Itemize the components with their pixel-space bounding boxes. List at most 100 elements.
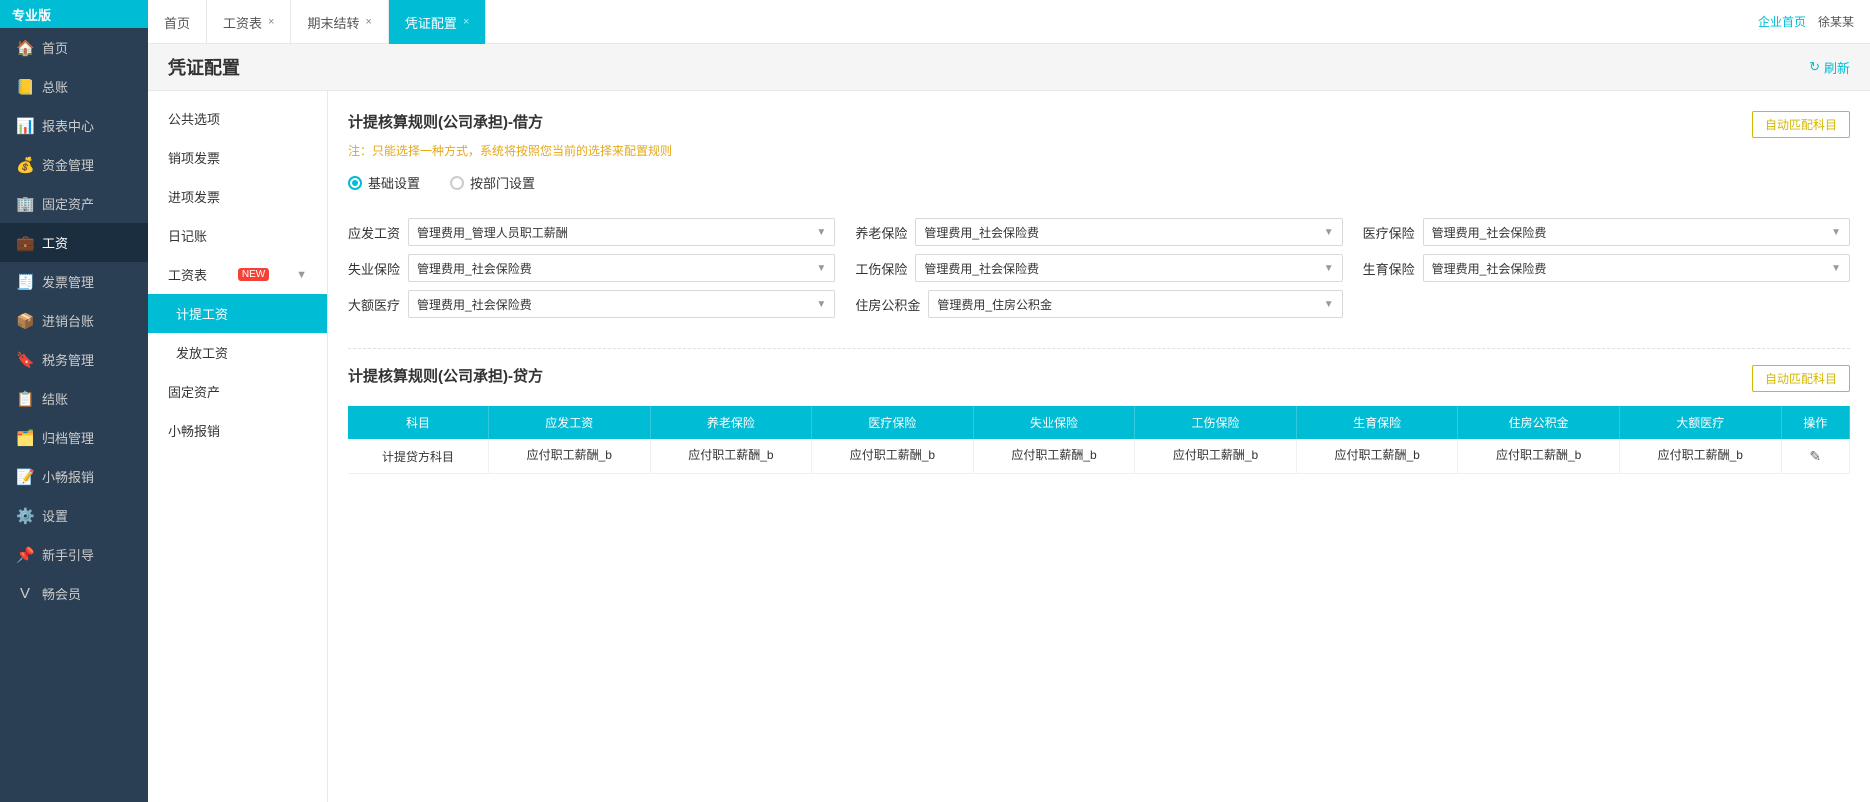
sidebar-icon-funds: 💰 xyxy=(16,156,34,174)
debit-form-select-text-2-1: 管理费用_住房公积金 xyxy=(937,296,1052,313)
sidebar-item-invoice[interactable]: 🧾发票管理 xyxy=(0,262,148,301)
left-nav-item-calc-salary[interactable]: 计提工资 xyxy=(148,294,327,333)
right-content: 计提核算规则(公司承担)-借方 注：只能选择一种方式，系统将按照您当前的选择来配… xyxy=(328,91,1870,802)
left-nav-item-cancel-invoice[interactable]: 销项发票 xyxy=(148,138,327,177)
sidebar-item-reports[interactable]: 📊报表中心 xyxy=(0,106,148,145)
left-nav-label-calc-salary: 计提工资 xyxy=(176,304,228,323)
debit-form-select-1-2[interactable]: 管理费用_社会保险费 ▼ xyxy=(1423,254,1850,282)
debit-form-select-1-1[interactable]: 管理费用_社会保险费 ▼ xyxy=(915,254,1342,282)
left-nav-item-salary-table-nav[interactable]: 工资表NEW▼ xyxy=(148,255,327,294)
debit-form-select-1-0[interactable]: 管理费用_社会保险费 ▼ xyxy=(408,254,835,282)
tab-voucher-config[interactable]: 凭证配置 × xyxy=(389,0,486,44)
debit-form-select-text-0-1: 管理费用_社会保险费 xyxy=(924,224,1039,241)
credit-col-header-7: 住房公积金 xyxy=(1458,406,1620,439)
radio-dept[interactable]: 按部门设置 xyxy=(450,173,535,192)
debit-form-select-0-0[interactable]: 管理费用_管理人员职工薪酬 ▼ xyxy=(408,218,835,246)
sidebar-item-closing[interactable]: 📋结账 xyxy=(0,379,148,418)
credit-col-header-2: 养老保险 xyxy=(650,406,812,439)
edit-icon-0[interactable]: ✎ xyxy=(1809,448,1821,464)
left-nav-item-entry-invoice[interactable]: 进项发票 xyxy=(148,177,327,216)
debit-form-label-0-0: 应发工资 xyxy=(348,223,400,242)
credit-section-left: 计提核算规则(公司承担)-贷方 xyxy=(348,365,1752,396)
left-nav-item-fixed-assets-nav[interactable]: 固定资产 xyxy=(148,372,327,411)
debit-form-select-arrow-2-1: ▼ xyxy=(1324,299,1334,310)
credit-col-header-5: 工伤保险 xyxy=(1135,406,1297,439)
sidebar-item-salary[interactable]: 💼工资 xyxy=(0,223,148,262)
credit-cell-0-1: 应付职工薪酬_b xyxy=(650,439,812,474)
sidebar-label-funds: 资金管理 xyxy=(42,155,94,174)
sidebar-item-inventory[interactable]: 📦 进销台账 xyxy=(0,301,148,340)
credit-row-subject-0: 计提贷方科目 xyxy=(348,439,489,474)
sidebar-item-ledger[interactable]: 📒总账 xyxy=(0,67,148,106)
tab-close-salary-table[interactable]: × xyxy=(268,16,274,28)
sidebar-label-inventory: 进销台账 xyxy=(42,311,94,330)
tab-label-period-end: 期末结转 xyxy=(307,13,359,32)
edition-label: 专业版 xyxy=(12,5,51,24)
credit-cell-text-0-1: 应付职工薪酬_b xyxy=(688,446,773,463)
main-content: 首页工资表 ×期末结转 ×凭证配置 × 企业首页 徐某某 凭证配置 ↻ 刷新 公… xyxy=(148,0,1870,802)
enterprise-label[interactable]: 企业首页 xyxy=(1758,13,1806,30)
sidebar-label-archive: 归档管理 xyxy=(42,428,94,447)
debit-form-select-text-0-0: 管理费用_管理人员职工薪酬 xyxy=(417,224,568,241)
radio-basic[interactable]: 基础设置 xyxy=(348,173,420,192)
tab-home[interactable]: 首页 xyxy=(148,0,207,44)
radio-dept-label: 按部门设置 xyxy=(470,173,535,192)
new-badge-salary-table-nav: NEW xyxy=(238,268,269,281)
debit-section: 计提核算规则(公司承担)-借方 注：只能选择一种方式，系统将按照您当前的选择来配… xyxy=(348,111,1850,318)
topbar: 首页工资表 ×期末结转 ×凭证配置 × 企业首页 徐某某 xyxy=(148,0,1870,44)
debit-form-select-2-1[interactable]: 管理费用_住房公积金 ▼ xyxy=(928,290,1342,318)
credit-section: 计提核算规则(公司承担)-贷方 自动匹配科目 科目应发工资养老保险医疗保险失业保… xyxy=(348,365,1850,474)
debit-form-select-0-2[interactable]: 管理费用_社会保险费 ▼ xyxy=(1423,218,1850,246)
tab-period-end[interactable]: 期末结转 × xyxy=(291,0,388,44)
debit-form-select-arrow-0-0: ▼ xyxy=(816,227,826,238)
tab-close-voucher-config[interactable]: × xyxy=(463,16,469,28)
sidebar-item-assets[interactable]: 🏢固定资产 xyxy=(0,184,148,223)
left-nav-label-pay-salary: 发放工资 xyxy=(176,343,228,362)
refresh-button[interactable]: ↻ 刷新 xyxy=(1809,58,1850,77)
left-nav-item-journal[interactable]: 日记账 xyxy=(148,216,327,255)
left-nav-item-public[interactable]: 公共选项 xyxy=(148,99,327,138)
left-nav-item-xiaochang-nav[interactable]: 小畅报销 xyxy=(148,411,327,450)
credit-row-action-0[interactable]: ✎ xyxy=(1781,439,1849,474)
sidebar-label-home: 首页 xyxy=(42,38,68,57)
sidebar-item-home[interactable]: 🏠首页 xyxy=(0,28,148,67)
sidebar-icon-closing: 📋 xyxy=(16,390,34,408)
credit-cell-0-7: 应付职工薪酬_b xyxy=(1619,439,1781,474)
sidebar-label-assets: 固定资产 xyxy=(42,194,94,213)
credit-cell-0-6: 应付职工薪酬_b xyxy=(1458,439,1620,474)
left-nav: 公共选项销项发票进项发票日记账工资表NEW▼ 计提工资发放工资固定资产小畅报销 xyxy=(148,91,328,802)
sidebar-item-settings[interactable]: ⚙️设置 xyxy=(0,496,148,535)
sidebar-item-archive[interactable]: 🗂️归档管理 xyxy=(0,418,148,457)
credit-col-header-6: 生育保险 xyxy=(1296,406,1458,439)
sidebar-item-guide[interactable]: 📌新手引导 xyxy=(0,535,148,574)
credit-cell-text-0-5: 应付职工薪酬_b xyxy=(1334,446,1419,463)
credit-auto-match-button[interactable]: 自动匹配科目 xyxy=(1752,365,1850,392)
sidebar-icon-inventory: 📦 xyxy=(16,312,34,330)
sidebar-icon-salary: 💼 xyxy=(16,234,34,252)
tab-salary-table[interactable]: 工资表 × xyxy=(207,0,291,44)
credit-cell-0-2: 应付职工薪酬_b xyxy=(812,439,974,474)
debit-form-select-0-1[interactable]: 管理费用_社会保险费 ▼ xyxy=(915,218,1342,246)
debit-form-select-2-0[interactable]: 管理费用_社会保险费 ▼ xyxy=(408,290,835,318)
sidebar-item-tax[interactable]: 🔖 税务管理 xyxy=(0,340,148,379)
credit-section-title: 计提核算规则(公司承担)-贷方 xyxy=(348,365,1752,386)
debit-form-select-arrow-1-0: ▼ xyxy=(816,263,826,274)
topbar-right: 企业首页 徐某某 xyxy=(1758,13,1870,30)
credit-col-header-3: 医疗保险 xyxy=(812,406,974,439)
sidebar-label-ledger: 总账 xyxy=(42,77,68,96)
radio-group: 基础设置 按部门设置 xyxy=(348,173,1752,192)
sidebar-item-xiaochang[interactable]: 📝小畅报销 xyxy=(0,457,148,496)
debit-form-label-2-1: 住房公积金 xyxy=(855,295,920,314)
debit-form-item-0-2: 医疗保险 管理费用_社会保险费 ▼ xyxy=(1363,218,1850,246)
tab-close-period-end[interactable]: × xyxy=(365,16,371,28)
sidebar-icon-tax: 🔖 xyxy=(16,351,34,369)
credit-cell-0-3: 应付职工薪酬_b xyxy=(973,439,1135,474)
sidebar-item-funds[interactable]: 💰 资金管理 xyxy=(0,145,148,184)
left-nav-item-pay-salary[interactable]: 发放工资 xyxy=(148,333,327,372)
debit-auto-match-button[interactable]: 自动匹配科目 xyxy=(1752,111,1850,138)
sidebar-item-member[interactable]: V畅会员 xyxy=(0,574,148,613)
sidebar-label-tax: 税务管理 xyxy=(42,350,94,369)
debit-form-row-2: 大额医疗 管理费用_社会保险费 ▼ 住房公积金 管理费用_住房公积金 ▼ xyxy=(348,290,1850,318)
refresh-icon: ↻ xyxy=(1809,59,1820,75)
debit-form-select-text-1-2: 管理费用_社会保险费 xyxy=(1432,260,1547,277)
